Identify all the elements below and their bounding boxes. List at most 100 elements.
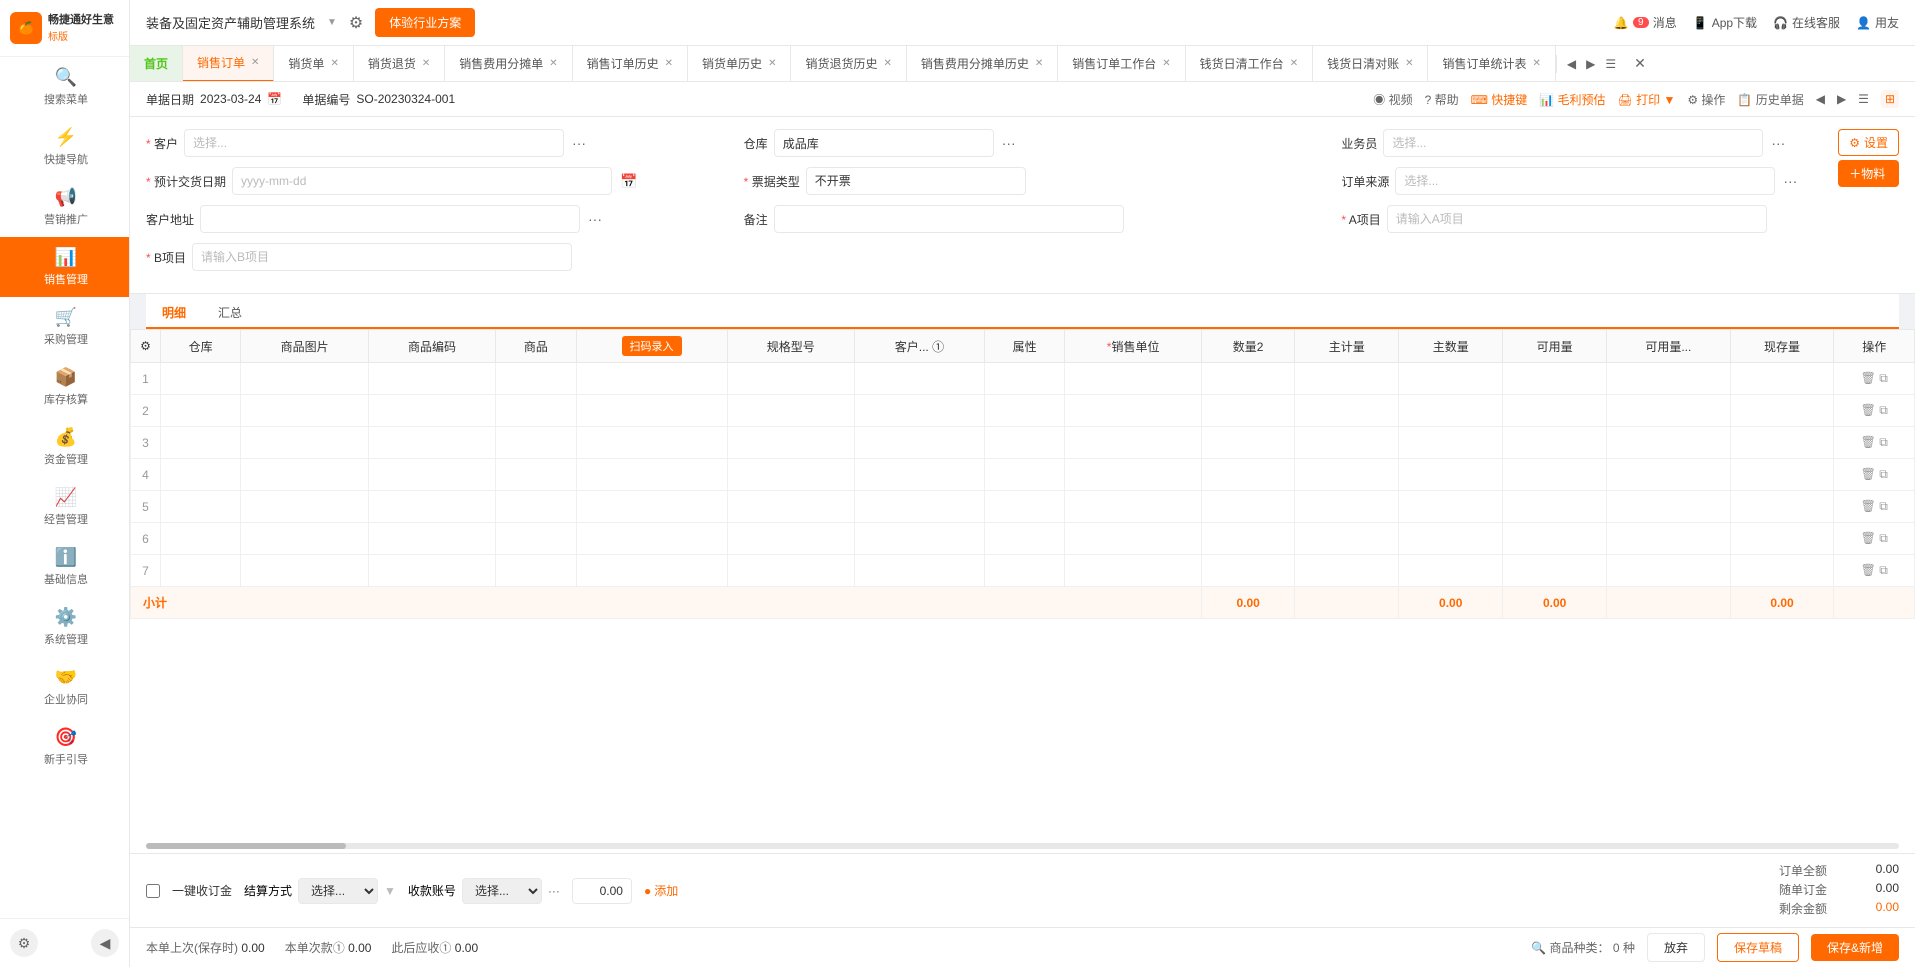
cell-spec[interactable] [727,555,854,587]
cell-code[interactable] [368,523,495,555]
invoice-type-select[interactable]: 不开票 [806,167,1026,195]
tab-sales-workbench[interactable]: 销售订单工作台 ✕ [1058,46,1185,82]
copy-icon[interactable]: ⧉ [1879,531,1888,545]
sidebar-item-search[interactable]: 🔍 搜索菜单 [0,57,129,117]
address-ellipsis-icon[interactable]: ··· [588,211,602,227]
tab-close-icon[interactable]: ✕ [330,58,338,69]
tab-close-icon[interactable]: ✕ [1405,58,1413,69]
delete-icon[interactable]: 🗑 [1861,531,1876,545]
warehouse-input[interactable] [774,129,994,157]
copy-icon[interactable]: ⧉ [1879,563,1888,577]
cell-warehouse[interactable] [161,555,241,587]
tab-close-icon[interactable]: ✕ [665,58,673,69]
delete-icon[interactable]: 🗑 [1861,563,1876,577]
cell-sales-unit[interactable] [1065,523,1202,555]
settings-button[interactable]: ⚙ 设置 [1838,129,1899,156]
calendar-icon[interactable]: 📅 [620,173,637,190]
tab-summary[interactable]: 汇总 [202,298,258,327]
tab-close-icon[interactable]: ✕ [768,58,776,69]
save-draft-button[interactable]: 保存草稿 [1717,933,1799,962]
nav-prev-icon[interactable]: ◀ [1816,92,1825,106]
cell-customer-code[interactable] [854,555,984,587]
cell-qty2[interactable] [1201,459,1294,491]
cell-sales-unit[interactable] [1065,459,1202,491]
tab-prev-icon[interactable]: ◀ [1563,55,1580,73]
cell-spec[interactable] [727,523,854,555]
cell-product[interactable] [496,491,576,523]
sidebar-item-purchase[interactable]: 🛒 采购管理 [0,297,129,357]
sidebar-item-sales[interactable]: 📊 销售管理 [0,237,129,297]
sidebar-item-finance[interactable]: 💰 资金管理 [0,417,129,477]
cell-product[interactable] [496,459,576,491]
tab-goods-history[interactable]: 销货单历史 ✕ [688,46,791,82]
online-service-item[interactable]: 🎧 在线客服 [1773,14,1840,31]
delete-icon[interactable]: 🗑 [1861,499,1876,513]
operate-action[interactable]: ⚙ 操作 [1687,91,1725,108]
sidebar-item-base[interactable]: ℹ️ 基础信息 [0,537,129,597]
staff-input[interactable] [1383,129,1763,157]
tab-more-icon[interactable]: ☰ [1601,55,1620,73]
cell-code[interactable] [368,395,495,427]
cell-main-qty[interactable] [1399,555,1503,587]
discard-button[interactable]: 放弃 [1647,933,1705,962]
cell-qty2[interactable] [1201,523,1294,555]
topbar-gear-icon[interactable]: ⚙ [349,13,363,33]
cell-qty2[interactable] [1201,363,1294,395]
cell-attribute[interactable] [984,459,1064,491]
cell-product[interactable] [496,555,576,587]
cell-main-qty[interactable] [1399,363,1503,395]
sidebar-item-operations[interactable]: 📈 经营管理 [0,477,129,537]
tab-return-history[interactable]: 销货退货历史 ✕ [791,46,906,82]
copy-icon[interactable]: ⧉ [1879,467,1888,481]
tab-home[interactable]: 首页 [130,46,183,82]
cell-qty2[interactable] [1201,491,1294,523]
sidebar-item-inventory[interactable]: 📦 库存核算 [0,357,129,417]
staff-ellipsis-icon[interactable]: ··· [1771,135,1785,151]
scrollbar-thumb[interactable] [146,843,346,849]
delete-icon[interactable]: 🗑 [1861,403,1876,417]
cell-code[interactable] [368,427,495,459]
tab-detail[interactable]: 明细 [146,298,202,329]
copy-icon[interactable]: ⧉ [1879,371,1888,385]
cell-customer-code[interactable] [854,363,984,395]
cell-customer-code[interactable] [854,523,984,555]
cell-product[interactable] [496,523,576,555]
cell-qty2[interactable] [1201,395,1294,427]
cell-main-qty[interactable] [1399,523,1503,555]
tab-sales-return[interactable]: 销货退货 ✕ [354,46,445,82]
b-project-input[interactable] [192,243,572,271]
cell-customer-code[interactable] [854,395,984,427]
cell-spec[interactable] [727,395,854,427]
cell-product[interactable] [496,363,576,395]
collapse-btn[interactable]: ◀ [91,929,119,957]
customer-ellipsis-icon[interactable]: ··· [572,135,586,151]
tab-sales-stats[interactable]: 销售订单统计表 ✕ [1428,46,1555,82]
address-input[interactable] [200,205,580,233]
column-settings-icon[interactable]: ⚙ [140,339,151,353]
tab-close-icon[interactable]: ✕ [1533,58,1541,69]
cell-spec[interactable] [727,491,854,523]
cell-sales-unit[interactable] [1065,427,1202,459]
sidebar-item-collab[interactable]: 🤝 企业协同 [0,657,129,717]
cell-sales-unit[interactable] [1065,491,1202,523]
add-payment-button[interactable]: ● 添加 [644,882,678,899]
cell-customer-code[interactable] [854,459,984,491]
cell-warehouse[interactable] [161,523,241,555]
order-source-ellipsis-icon[interactable]: ··· [1783,173,1797,189]
delete-icon[interactable]: 🗑 [1861,467,1876,481]
cell-warehouse[interactable] [161,395,241,427]
cell-attribute[interactable] [984,555,1064,587]
app-download-item[interactable]: 📱 App下载 [1693,14,1757,31]
tab-expense-history[interactable]: 销售费用分摊单历史 ✕ [907,46,1058,82]
history-action[interactable]: 📋 历史单据 [1737,91,1803,108]
help-action[interactable]: ? 帮助 [1425,91,1459,108]
cell-main-qty[interactable] [1399,395,1503,427]
tab-close-icon[interactable]: ✕ [422,58,430,69]
cell-warehouse[interactable] [161,427,241,459]
tab-sales-order[interactable]: 销售订单 ✕ [183,46,274,82]
th-settings[interactable]: ⚙ [131,330,161,363]
tab-close-icon[interactable]: ✕ [251,57,259,68]
warehouse-ellipsis-icon[interactable]: ··· [1002,135,1016,151]
account-select[interactable]: 选择... [462,878,542,904]
cell-qty2[interactable] [1201,427,1294,459]
